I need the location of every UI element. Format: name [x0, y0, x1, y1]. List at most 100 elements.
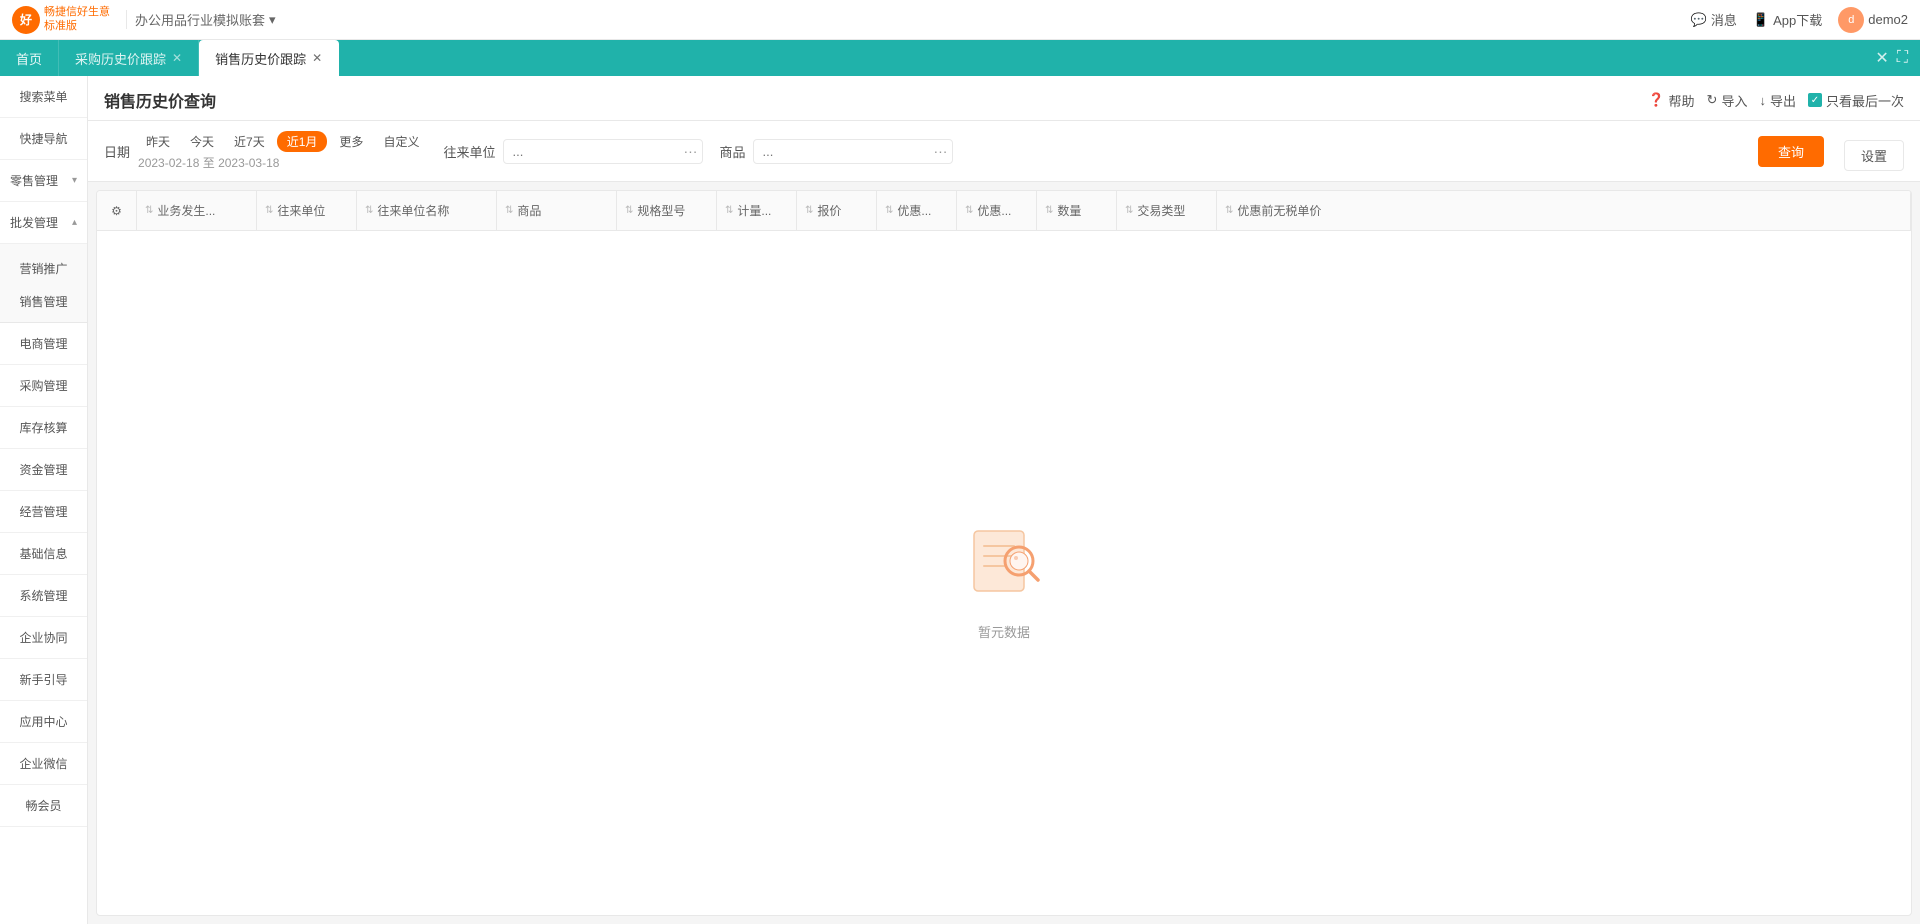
header-right: 💬 消息 📱 App下载 d demo2 [1691, 7, 1908, 33]
app-selector[interactable]: 办公用品行业模拟账套 ▾ [126, 10, 284, 29]
product-filter-group: 商品 ··· [719, 139, 953, 164]
date-btn-7days[interactable]: 近7天 [226, 131, 273, 152]
export-button[interactable]: ↓ 导出 [1759, 91, 1796, 110]
table-header: ⚙ ⇅ 业务发生... ⇅ 往来单位 ⇅ 往来单位名称 ⇅ 商品 [97, 191, 1911, 231]
page-header: 销售历史价查询 ❓ 帮助 ↻ 导入 ↓ 导出 只看最后一次 [88, 76, 1920, 121]
date-btn-more[interactable]: 更多 [331, 131, 371, 152]
sort-icon: ⇅ [1225, 205, 1233, 216]
tab-bar: 首页 采购历史价跟踪 ✕ 销售历史价跟踪 ✕ ✕ ⛶ [0, 40, 1920, 76]
th-tax-price[interactable]: ⇅ 优惠前无税单价 [1217, 191, 1911, 230]
sidebar-item-app-center[interactable]: 应用中心 [0, 701, 87, 743]
th-partner-name[interactable]: ⇅ 往来单位名称 [357, 191, 497, 230]
th-partner-code[interactable]: ⇅ 往来单位 [257, 191, 357, 230]
th-qty[interactable]: ⇅ 数量 [1037, 191, 1117, 230]
date-btn-1month[interactable]: 近1月 [277, 131, 328, 152]
sidebar-item-finance-mgmt[interactable]: 资金管理 [0, 449, 87, 491]
sort-icon: ⇅ [725, 205, 733, 216]
message-icon: 💬 [1691, 12, 1707, 28]
header-left: 好 畅捷信好生意 标准版 办公用品行业模拟账套 ▾ [12, 6, 284, 34]
tab-close-sales[interactable]: ✕ [312, 51, 322, 65]
help-button[interactable]: ❓ 帮助 [1648, 91, 1694, 110]
export-icon: ↓ [1759, 93, 1766, 108]
sidebar-item-ecommerce-mgmt[interactable]: 电商管理 [0, 323, 87, 365]
sort-icon: ⇅ [505, 205, 513, 216]
download-icon: 📱 [1753, 12, 1769, 28]
sidebar-item-sales-mgmt[interactable]: 销售管理 [4, 285, 83, 318]
search-menu-label: 搜索菜单 [19, 88, 67, 105]
sidebar-item-enterprise-wechat[interactable]: 企业微信 [0, 743, 87, 785]
tab-purchase-history[interactable]: 采购历史价跟踪 ✕ [59, 40, 199, 76]
table-area: ⚙ ⇅ 业务发生... ⇅ 往来单位 ⇅ 往来单位名称 ⇅ 商品 [96, 190, 1912, 916]
query-button[interactable]: 查询 [1758, 136, 1824, 167]
gear-icon[interactable]: ⚙ [111, 204, 122, 218]
partner-dots-icon[interactable]: ··· [683, 143, 697, 159]
th-price[interactable]: ⇅ 报价 [797, 191, 877, 230]
import-button[interactable]: ↻ 导入 [1707, 91, 1748, 110]
sidebar-item-member[interactable]: 畅会员 [0, 785, 87, 827]
product-input[interactable] [753, 139, 953, 164]
th-business[interactable]: ⇅ 业务发生... [137, 191, 257, 230]
chevron-down-icon: ▾ [269, 12, 276, 28]
product-filter-label: 商品 [719, 142, 745, 161]
main: 搜索菜单 快捷导航 零售管理 ▾ 批发管理 ▴ 营销推广 销售管理 电商管理 采… [0, 76, 1920, 924]
th-discount1[interactable]: ⇅ 优惠... [877, 191, 957, 230]
message-nav[interactable]: 💬 消息 [1691, 10, 1737, 29]
chevron-up-icon: ▴ [72, 217, 77, 228]
tab-sales-history[interactable]: 销售历史价跟踪 ✕ [199, 40, 339, 76]
sort-icon: ⇅ [1045, 205, 1053, 216]
sidebar-item-search-menu[interactable]: 搜索菜单 [0, 76, 87, 118]
sidebar-item-system-mgmt[interactable]: 系统管理 [0, 575, 87, 617]
sidebar-item-inventory[interactable]: 库存核算 [0, 407, 87, 449]
date-btn-today[interactable]: 今天 [182, 131, 222, 152]
filter-bar: 日期 昨天 今天 近7天 近1月 更多 自定义 2023-02-18 至 202… [88, 121, 1920, 182]
tab-maximize-icon[interactable]: ⛶ [1897, 49, 1908, 67]
header: 好 畅捷信好生意 标准版 办公用品行业模拟账套 ▾ 💬 消息 📱 App下载 d… [0, 0, 1920, 40]
th-discount2[interactable]: ⇅ 优惠... [957, 191, 1037, 230]
empty-text: 暂元数据 [978, 622, 1030, 641]
date-btn-custom[interactable]: 自定义 [375, 131, 427, 152]
settings-button[interactable]: 设置 [1844, 140, 1904, 171]
th-product[interactable]: ⇅ 商品 [497, 191, 617, 230]
filter-right-buttons: 查询 [1758, 136, 1824, 167]
th-trade-type[interactable]: ⇅ 交易类型 [1117, 191, 1217, 230]
partner-input-wrapper: ··· [503, 139, 703, 164]
th-unit[interactable]: ⇅ 计量... [717, 191, 797, 230]
sort-icon: ⇅ [805, 205, 813, 216]
sidebar-item-marketing[interactable]: 营销推广 [4, 252, 83, 285]
sidebar-item-new-user-guide[interactable]: 新手引导 [0, 659, 87, 701]
th-gear[interactable]: ⚙ [97, 191, 137, 230]
only-last-checkbox-area[interactable]: 只看最后一次 [1808, 91, 1904, 110]
sidebar-item-quick-nav[interactable]: 快捷导航 [0, 118, 87, 160]
tab-home[interactable]: 首页 [0, 40, 59, 76]
sidebar-item-wholesale-mgmt[interactable]: 批发管理 ▴ [0, 202, 87, 244]
tab-close-all-icon[interactable]: ✕ [1875, 48, 1888, 68]
sidebar-item-purchase-mgmt[interactable]: 采购管理 [0, 365, 87, 407]
sidebar-item-operations-mgmt[interactable]: 经营管理 [0, 491, 87, 533]
product-input-wrapper: ··· [753, 139, 953, 164]
sort-icon: ⇅ [145, 205, 153, 216]
content: 销售历史价查询 ❓ 帮助 ↻ 导入 ↓ 导出 只看最后一次 [88, 76, 1920, 924]
logo-icon: 好 [12, 6, 40, 34]
empty-illustration [954, 506, 1054, 606]
partner-input[interactable] [503, 139, 703, 164]
sidebar-item-enterprise-collab[interactable]: 企业协同 [0, 617, 87, 659]
import-icon: ↻ [1707, 92, 1718, 108]
tab-close-purchase[interactable]: ✕ [172, 51, 182, 65]
th-spec[interactable]: ⇅ 规格型号 [617, 191, 717, 230]
user-nav[interactable]: d demo2 [1838, 7, 1908, 33]
quick-nav-label: 快捷导航 [19, 130, 67, 147]
only-last-checkbox[interactable] [1808, 93, 1822, 107]
date-buttons: 昨天 今天 近7天 近1月 更多 自定义 [138, 131, 427, 152]
sort-icon: ⇅ [365, 205, 373, 216]
sort-icon: ⇅ [625, 205, 633, 216]
page-actions: ❓ 帮助 ↻ 导入 ↓ 导出 只看最后一次 [1648, 91, 1904, 110]
sidebar-item-retail-mgmt[interactable]: 零售管理 ▾ [0, 160, 87, 202]
partner-filter-group: 往来单位 ··· [443, 139, 703, 164]
sidebar-item-basic-info[interactable]: 基础信息 [0, 533, 87, 575]
date-btn-yesterday[interactable]: 昨天 [138, 131, 178, 152]
empty-state: 暂元数据 [97, 231, 1911, 915]
product-dots-icon[interactable]: ··· [933, 143, 947, 159]
avatar: d [1838, 7, 1864, 33]
app-download-nav[interactable]: 📱 App下载 [1753, 10, 1822, 29]
chevron-down-icon: ▾ [72, 175, 77, 186]
